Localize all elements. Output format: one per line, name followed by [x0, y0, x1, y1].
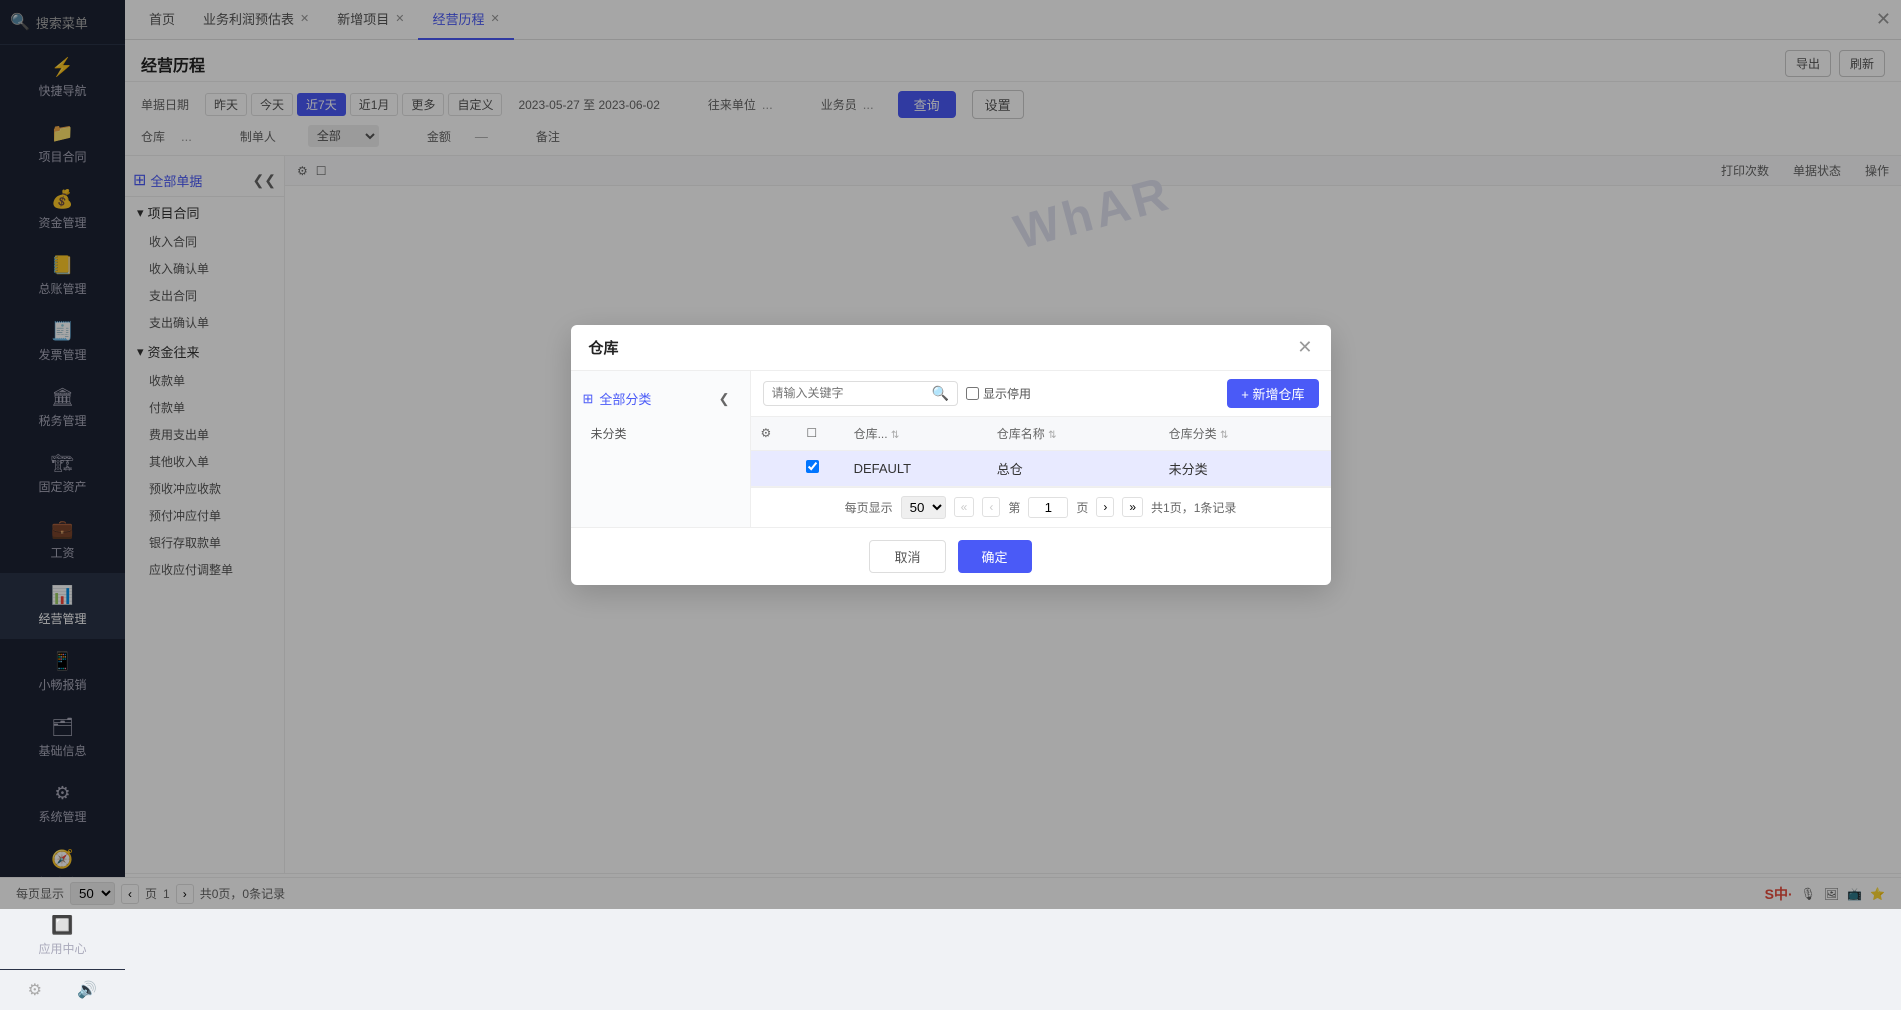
- sidebar-bottom: ⚙ 🔊: [0, 969, 125, 1010]
- sidebar-item-app-center[interactable]: 🔲 应用中心: [0, 903, 125, 969]
- row-code: DEFAULT: [844, 450, 987, 486]
- modal-search-input[interactable]: [772, 386, 932, 400]
- modal-confirm-btn[interactable]: 确定: [958, 540, 1032, 573]
- show-disabled-text: 显示停用: [983, 385, 1031, 402]
- tree-all-label[interactable]: ⊞ 全部分类 ❮: [571, 379, 750, 419]
- row-check[interactable]: [796, 450, 843, 486]
- modal-title: 仓库: [589, 337, 619, 358]
- show-disabled-checkbox[interactable]: [966, 387, 979, 400]
- modal-cancel-btn[interactable]: 取消: [869, 540, 945, 573]
- app-center-icon: 🔲: [51, 915, 73, 936]
- modal-per-page-label: 每页显示: [845, 499, 893, 516]
- sidebar-label-app-center: 应用中心: [38, 940, 86, 957]
- modal-table: ⚙ ☐ 仓库... ⇅ 仓库名称 ⇅ 仓库分类 ⇅: [751, 417, 1331, 487]
- modal-page-label: 第: [1008, 499, 1020, 516]
- modal-overlay: 仓库 ✕ ⊞ 全部分类 ❮ 未分类: [0, 0, 1901, 909]
- modal-footer: 取消 确定: [571, 527, 1331, 585]
- modal-body: ⊞ 全部分类 ❮ 未分类 🔍: [571, 371, 1331, 527]
- th-name: 仓库名称 ⇅: [987, 417, 1159, 451]
- th-check: ☐: [796, 417, 843, 451]
- modal-next-btn[interactable]: ›: [1096, 497, 1114, 517]
- modal-toolbar: 🔍 显示停用 + 新增仓库: [751, 371, 1331, 417]
- settings-icon[interactable]: ⚙: [28, 980, 42, 1000]
- th-category-label: 仓库分类 ⇅: [1169, 427, 1229, 441]
- modal-prev-btn[interactable]: ‹: [982, 497, 1000, 517]
- modal-header: 仓库 ✕: [571, 325, 1331, 371]
- modal-page-unit: 页: [1076, 499, 1088, 516]
- modal-last-btn[interactable]: »: [1122, 497, 1143, 517]
- tree-all-text: 全部分类: [599, 389, 651, 408]
- show-disabled-label: 显示停用: [966, 385, 1031, 402]
- th-category: 仓库分类 ⇅: [1159, 417, 1331, 451]
- th-code-label: 仓库... ⇅: [854, 427, 900, 441]
- tree-items: 未分类: [571, 419, 750, 448]
- modal-page-input[interactable]: [1028, 497, 1068, 518]
- modal-right: 🔍 显示停用 + 新增仓库 ⚙: [751, 371, 1331, 527]
- row-settings: [751, 450, 797, 486]
- modal-per-page-select[interactable]: 50: [901, 496, 946, 519]
- th-settings: ⚙: [751, 417, 797, 451]
- tree-collapse-btn[interactable]: ❮: [711, 387, 738, 411]
- modal-pagination: 每页显示 50 « ‹ 第 第 页 › » 共1页，1条记录: [751, 487, 1331, 527]
- table-row[interactable]: DEFAULT 总仓 未分类: [751, 450, 1331, 486]
- table-header-row: ⚙ ☐ 仓库... ⇅ 仓库名称 ⇅ 仓库分类 ⇅: [751, 417, 1331, 451]
- modal-close-btn[interactable]: ✕: [1297, 337, 1312, 358]
- grid-icon-tree: ⊞: [583, 391, 594, 407]
- modal-first-btn[interactable]: «: [954, 497, 975, 517]
- th-name-label: 仓库名称 ⇅: [997, 427, 1057, 441]
- row-name: 总仓: [987, 450, 1159, 486]
- modal-table-body: DEFAULT 总仓 未分类: [751, 450, 1331, 486]
- add-warehouse-btn[interactable]: + 新增仓库: [1227, 379, 1318, 408]
- modal-search-icon: 🔍: [932, 385, 949, 402]
- sound-icon[interactable]: 🔊: [77, 980, 97, 1000]
- warehouse-table: ⚙ ☐ 仓库... ⇅ 仓库名称 ⇅ 仓库分类 ⇅: [751, 417, 1331, 487]
- modal-tree: ⊞ 全部分类 ❮ 未分类: [571, 371, 751, 527]
- th-code: 仓库... ⇅: [844, 417, 987, 451]
- row-category: 未分类: [1159, 450, 1331, 486]
- modal-search-wrap: 🔍: [763, 381, 958, 406]
- warehouse-modal: 仓库 ✕ ⊞ 全部分类 ❮ 未分类: [571, 325, 1331, 585]
- modal-total-label: 共1页，1条记录: [1151, 499, 1236, 516]
- tree-item-未分类[interactable]: 未分类: [571, 419, 750, 448]
